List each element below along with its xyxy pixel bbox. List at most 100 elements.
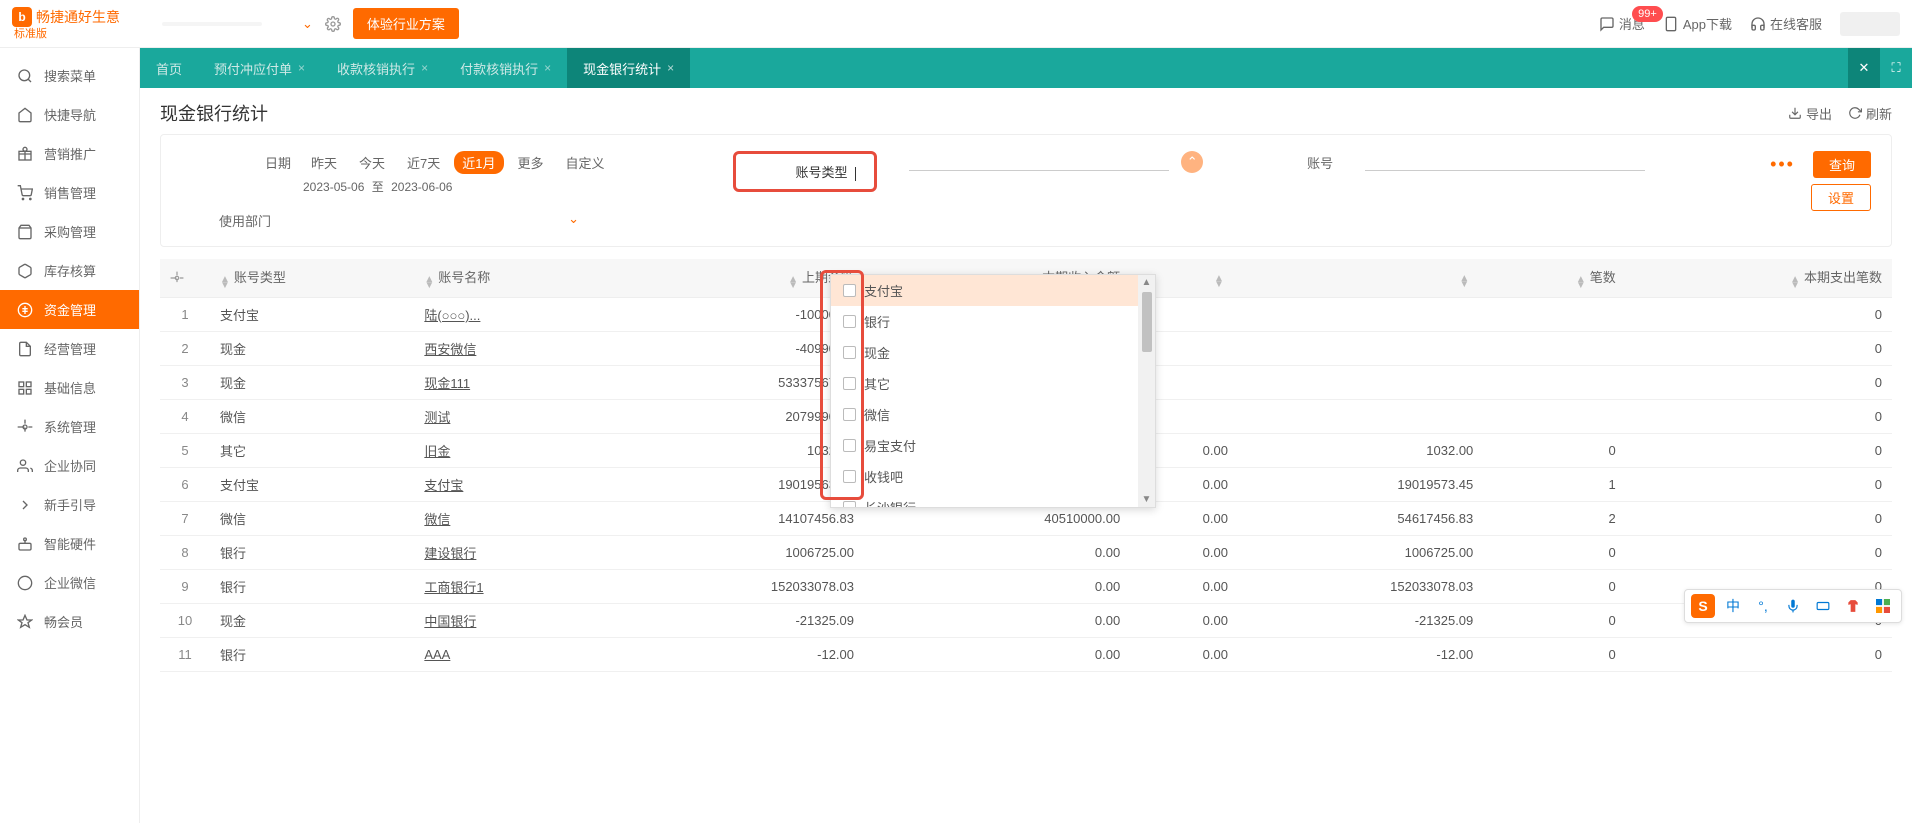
sidebar-item-robot[interactable]: 智能硬件: [0, 524, 139, 563]
tab[interactable]: 收款核销执行×: [321, 48, 444, 88]
export-button[interactable]: 导出: [1788, 104, 1832, 123]
account-name-link[interactable]: 建设银行: [424, 546, 476, 561]
close-icon[interactable]: ×: [544, 61, 551, 75]
ime-mic-icon[interactable]: [1781, 594, 1805, 618]
table-settings-header[interactable]: [160, 259, 210, 298]
query-button[interactable]: 查询: [1813, 151, 1871, 178]
dropdown-option[interactable]: 长沙银行: [831, 492, 1138, 507]
account-name-link[interactable]: 陆(○○○)...: [424, 308, 480, 323]
dropdown-option[interactable]: 现金: [831, 337, 1138, 368]
app-download-link[interactable]: App下载: [1663, 14, 1732, 33]
account-name-link[interactable]: 测试: [424, 410, 450, 425]
date-option[interactable]: 昨天: [303, 151, 345, 174]
date-option[interactable]: 今天: [351, 151, 393, 174]
column-header[interactable]: ▲▼: [1238, 259, 1483, 298]
account-name-link[interactable]: 微信: [424, 512, 450, 527]
settings-button[interactable]: 设置: [1811, 184, 1871, 211]
close-icon[interactable]: ×: [298, 61, 305, 75]
dropdown-option[interactable]: 微信: [831, 399, 1138, 430]
trial-button[interactable]: 体验行业方案: [353, 8, 459, 39]
checkbox[interactable]: [843, 284, 856, 297]
checkbox[interactable]: [843, 470, 856, 483]
scroll-up-icon[interactable]: ▲: [1142, 277, 1152, 288]
dropdown-option[interactable]: 银行: [831, 306, 1138, 337]
ime-grid-icon[interactable]: [1871, 594, 1895, 618]
dropdown-option[interactable]: 易宝支付: [831, 430, 1138, 461]
tab[interactable]: 首页: [140, 48, 198, 88]
column-header[interactable]: ▲▼笔数: [1483, 259, 1626, 298]
sidebar-item-bag[interactable]: 采购管理: [0, 212, 139, 251]
date-option[interactable]: 近7天: [399, 151, 448, 174]
account-name-link[interactable]: 中国银行: [424, 614, 476, 629]
dept-select[interactable]: ⌄: [283, 209, 583, 230]
date-option[interactable]: 自定义: [558, 151, 613, 174]
sidebar-item-doc[interactable]: 经营管理: [0, 329, 139, 368]
sidebar-item-cart[interactable]: 销售管理: [0, 173, 139, 212]
date-option[interactable]: 更多: [510, 151, 552, 174]
sidebar-item-search[interactable]: 搜索菜单: [0, 56, 139, 95]
gear-icon[interactable]: [325, 16, 341, 32]
account-name-link[interactable]: 支付宝: [424, 478, 463, 493]
column-header[interactable]: ▲▼本期支出笔数: [1626, 259, 1892, 298]
column-header[interactable]: ▲▼账号名称: [414, 259, 618, 298]
tab[interactable]: 付款核销执行×: [444, 48, 567, 88]
tab[interactable]: 预付冲应付单×: [198, 48, 321, 88]
checkbox[interactable]: [843, 408, 856, 421]
sidebar-item-box[interactable]: 库存核算: [0, 251, 139, 290]
checkbox[interactable]: [843, 315, 856, 328]
account-name-link[interactable]: 西安微信: [424, 342, 476, 357]
messages-link[interactable]: 消息 99+: [1599, 14, 1645, 33]
account-type-filter[interactable]: 账号类型: [733, 151, 878, 192]
sidebar-item-wechat[interactable]: 企业微信: [0, 563, 139, 602]
sort-icon[interactable]: ▲▼: [788, 277, 798, 289]
column-header[interactable]: ▲▼上期余额: [619, 259, 864, 298]
checkbox[interactable]: [843, 439, 856, 452]
sidebar-item-home[interactable]: 快捷导航: [0, 95, 139, 134]
close-tab-button[interactable]: ✕: [1848, 48, 1880, 88]
ime-punct-icon[interactable]: °,: [1751, 594, 1775, 618]
sort-icon[interactable]: ▲▼: [424, 277, 434, 289]
sort-icon[interactable]: ▲▼: [1214, 276, 1224, 288]
refresh-button[interactable]: 刷新: [1848, 104, 1892, 123]
scroll-down-icon[interactable]: ▼: [1142, 494, 1152, 505]
sidebar-item-team[interactable]: 企业协同: [0, 446, 139, 485]
checkbox[interactable]: [843, 377, 856, 390]
account-name-link[interactable]: 现金111: [424, 376, 470, 391]
collapse-up-icon[interactable]: ⌃: [1181, 151, 1203, 173]
tab[interactable]: 现金银行统计×: [567, 48, 690, 88]
sort-icon[interactable]: ▲▼: [220, 277, 230, 289]
online-service-link[interactable]: 在线客服: [1750, 14, 1822, 33]
sidebar-item-arrow[interactable]: 新手引导: [0, 485, 139, 524]
date-option[interactable]: 近1月: [454, 151, 503, 174]
account-type-input[interactable]: [909, 151, 1169, 171]
account-name-link[interactable]: 旧金: [424, 444, 450, 459]
sort-icon[interactable]: ▲▼: [1459, 276, 1469, 288]
company-selector[interactable]: [162, 22, 262, 26]
close-icon[interactable]: ×: [667, 61, 674, 75]
sort-icon[interactable]: ▲▼: [1790, 277, 1800, 289]
dropdown-option[interactable]: 收钱吧: [831, 461, 1138, 492]
sort-icon[interactable]: ▲▼: [1576, 277, 1586, 289]
ime-mode[interactable]: 中: [1721, 594, 1745, 618]
ime-skin-icon[interactable]: [1841, 594, 1865, 618]
sidebar-item-vip[interactable]: 畅会员: [0, 602, 139, 641]
ime-keyboard-icon[interactable]: [1811, 594, 1835, 618]
ime-logo-icon[interactable]: S: [1691, 594, 1715, 618]
user-avatar[interactable]: [1840, 12, 1900, 36]
sidebar-item-money[interactable]: 资金管理: [0, 290, 139, 329]
sidebar-item-gear[interactable]: 系统管理: [0, 407, 139, 446]
sidebar-item-grid[interactable]: 基础信息: [0, 368, 139, 407]
account-input[interactable]: [1365, 151, 1645, 171]
dropdown-scrollbar[interactable]: ▲ ▼: [1138, 275, 1155, 507]
dropdown-option[interactable]: 支付宝: [831, 275, 1138, 306]
dropdown-option[interactable]: 其它: [831, 368, 1138, 399]
checkbox[interactable]: [843, 346, 856, 359]
checkbox[interactable]: [843, 501, 856, 507]
sidebar-item-gift[interactable]: 营销推广: [0, 134, 139, 173]
close-icon[interactable]: ×: [421, 61, 428, 75]
more-icon[interactable]: •••: [1770, 154, 1795, 175]
column-header[interactable]: ▲▼账号类型: [210, 259, 414, 298]
chevron-down-icon[interactable]: ⌄: [302, 16, 313, 32]
account-name-link[interactable]: AAA: [424, 647, 450, 662]
account-name-link[interactable]: 工商银行1: [424, 580, 483, 595]
